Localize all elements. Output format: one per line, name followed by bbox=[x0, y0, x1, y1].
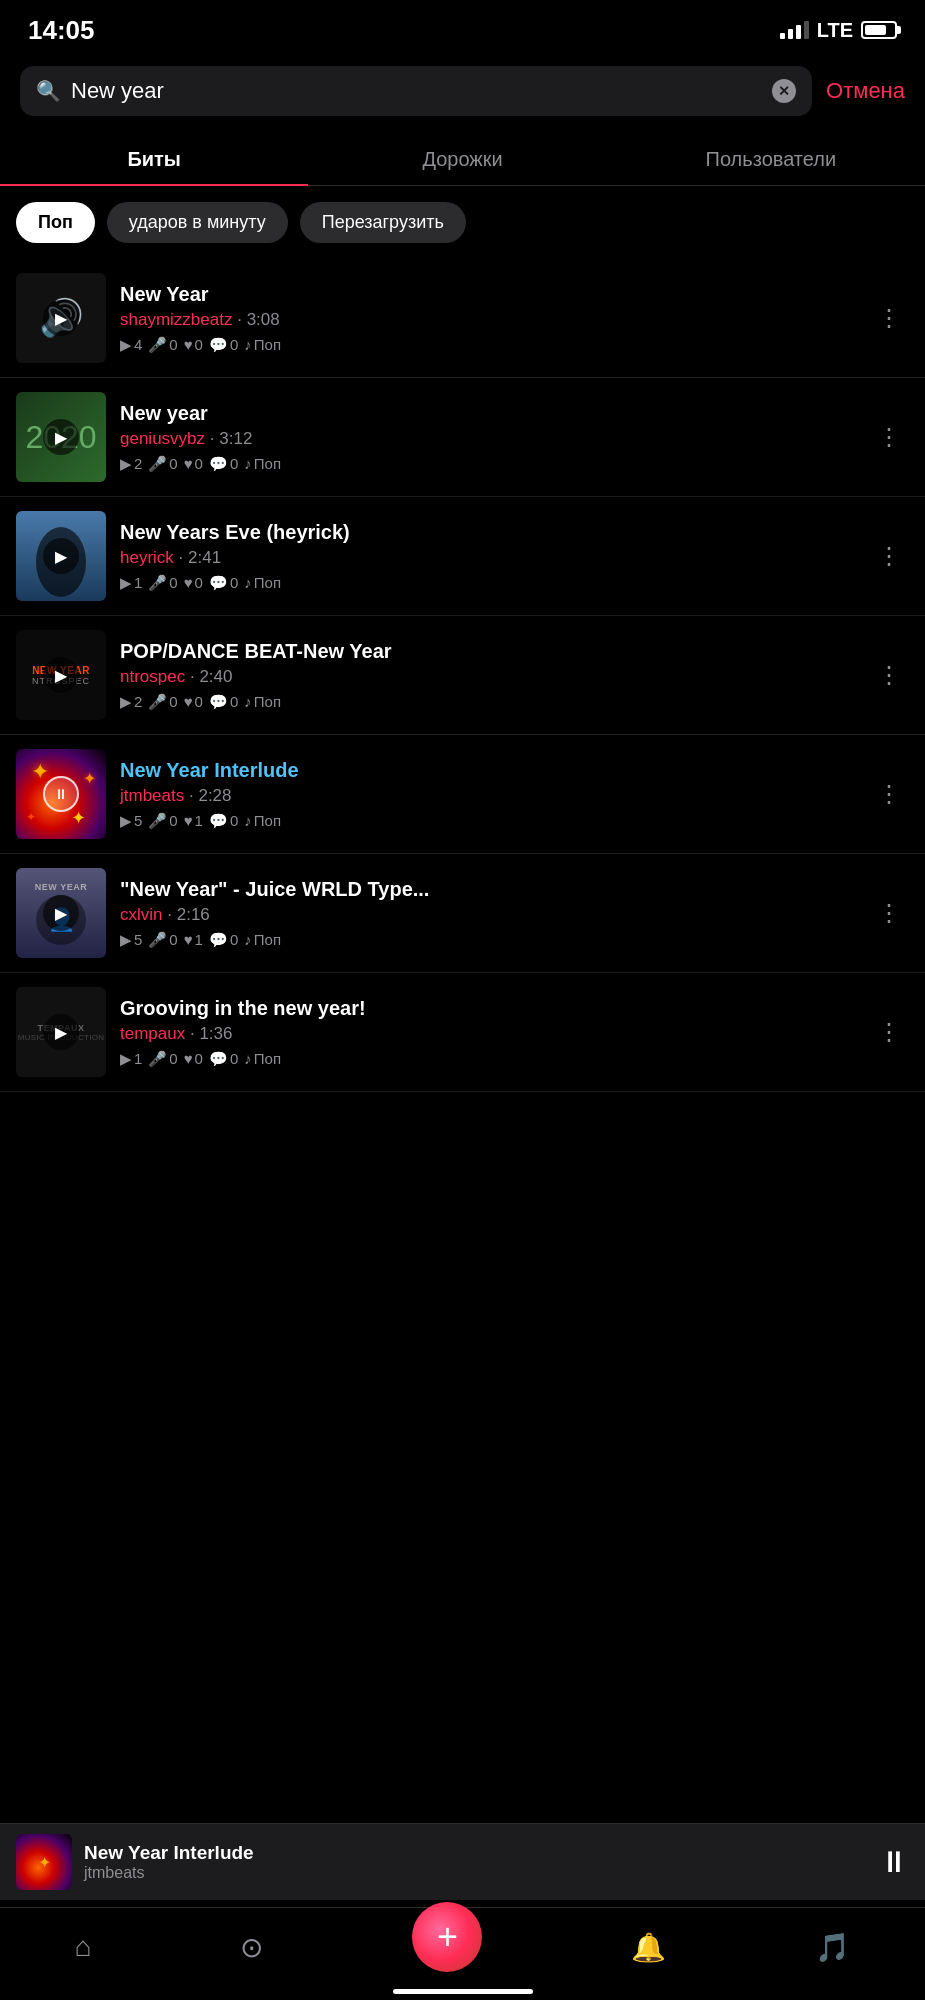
track-stats: ▶ 2 🎤 0 ♥ 0 💬 0 ♪ Поп bbox=[120, 455, 855, 473]
track-title: New Years Eve (heyrick) bbox=[120, 521, 855, 544]
track-stats: ▶ 2 🎤 0 ♥ 0 💬 0 ♪ Поп bbox=[120, 693, 855, 711]
track-item[interactable]: NEW YEAR 👤 ▶ "New Year" - Juice WRLD Typ… bbox=[0, 854, 925, 973]
library-icon: 🎵 bbox=[815, 1931, 850, 1964]
filter-row: Поп ударов в минуту Перезагрузить bbox=[0, 186, 925, 259]
track-artist: jtmbeats · 2:28 bbox=[120, 786, 855, 806]
filter-chip-pop[interactable]: Поп bbox=[16, 202, 95, 243]
tab-tracks[interactable]: Дорожки bbox=[308, 134, 616, 185]
play-button[interactable]: ▶ bbox=[43, 895, 79, 931]
track-list: 🔊 ▶ New Year shaymizzbeatz · 3:08 ▶ 4 🎤 … bbox=[0, 259, 925, 1092]
search-container: 🔍 New year ✕ Отмена bbox=[0, 56, 925, 126]
now-playing-pause-button[interactable]: ⏸ bbox=[879, 1845, 909, 1879]
tab-beats[interactable]: Биты bbox=[0, 134, 308, 185]
track-stats: ▶ 5 🎤 0 ♥ 1 💬 0 ♪ Поп bbox=[120, 812, 855, 830]
track-thumbnail: TEMPAUX MUSIC PRODUCTION ▶ bbox=[16, 987, 106, 1077]
search-input[interactable]: New year bbox=[71, 78, 762, 104]
now-playing-artist: jtmbeats bbox=[84, 1864, 867, 1882]
play-button[interactable]: ▶ bbox=[43, 657, 79, 693]
search-bar[interactable]: 🔍 New year ✕ bbox=[20, 66, 812, 116]
track-more-button[interactable]: ⋮ bbox=[869, 538, 909, 574]
tabs-container: Биты Дорожки Пользователи bbox=[0, 134, 925, 186]
track-info: "New Year" - Juice WRLD Type... cxlvin ·… bbox=[120, 878, 855, 949]
signal-icon bbox=[780, 21, 809, 39]
track-title: New Year Interlude bbox=[120, 759, 855, 782]
track-item[interactable]: NEW YEAR NTROSPEC ▶ POP/DANCE BEAT-New Y… bbox=[0, 616, 925, 735]
now-playing-thumbnail: ✦ bbox=[16, 1834, 72, 1890]
track-item[interactable]: 🔊 ▶ New Year shaymizzbeatz · 3:08 ▶ 4 🎤 … bbox=[0, 259, 925, 378]
track-info: POP/DANCE BEAT-New Year ntrospec · 2:40 … bbox=[120, 640, 855, 711]
nav-library[interactable]: 🎵 bbox=[815, 1931, 850, 1964]
track-item[interactable]: ▶ New Years Eve (heyrick) heyrick · 2:41… bbox=[0, 497, 925, 616]
play-button[interactable]: ▶ bbox=[43, 300, 79, 336]
nav-home[interactable]: ⌂ bbox=[75, 1931, 92, 1963]
track-title: Grooving in the new year! bbox=[120, 997, 855, 1020]
bell-icon: 🔔 bbox=[631, 1931, 666, 1964]
play-button[interactable]: ▶ bbox=[43, 538, 79, 574]
home-icon: ⌂ bbox=[75, 1931, 92, 1963]
play-button[interactable]: ▶ bbox=[43, 1014, 79, 1050]
track-thumbnail: ✦ ✦ ✦ ✦ ⏸ bbox=[16, 749, 106, 839]
track-artist: ntrospec · 2:40 bbox=[120, 667, 855, 687]
home-indicator bbox=[393, 1989, 533, 1994]
battery-icon bbox=[861, 21, 897, 39]
track-info: New year geniusvybz · 3:12 ▶ 2 🎤 0 ♥ 0 💬… bbox=[120, 402, 855, 473]
now-playing-title: New Year Interlude bbox=[84, 1842, 867, 1864]
track-item[interactable]: TEMPAUX MUSIC PRODUCTION ▶ Grooving in t… bbox=[0, 973, 925, 1092]
track-artist: cxlvin · 2:16 bbox=[120, 905, 855, 925]
filter-chip-key[interactable]: Перезагрузить bbox=[300, 202, 466, 243]
track-more-button[interactable]: ⋮ bbox=[869, 776, 909, 812]
track-info: New Years Eve (heyrick) heyrick · 2:41 ▶… bbox=[120, 521, 855, 592]
track-title: POP/DANCE BEAT-New Year bbox=[120, 640, 855, 663]
tab-users[interactable]: Пользователи bbox=[617, 134, 925, 185]
pause-button[interactable]: ⏸ bbox=[43, 776, 79, 812]
nav-notifications[interactable]: 🔔 bbox=[631, 1931, 666, 1964]
add-icon: + bbox=[437, 1919, 458, 1955]
status-time: 14:05 bbox=[28, 15, 95, 46]
cancel-button[interactable]: Отмена bbox=[826, 78, 905, 104]
track-thumbnail: 2020 ▶ bbox=[16, 392, 106, 482]
track-info: New Year shaymizzbeatz · 3:08 ▶ 4 🎤 0 ♥ … bbox=[120, 283, 855, 354]
track-thumbnail: NEW YEAR NTROSPEC ▶ bbox=[16, 630, 106, 720]
play-button[interactable]: ▶ bbox=[43, 419, 79, 455]
track-artist: shaymizzbeatz · 3:08 bbox=[120, 310, 855, 330]
nav-add-button[interactable]: + bbox=[412, 1902, 482, 1972]
track-title: "New Year" - Juice WRLD Type... bbox=[120, 878, 855, 901]
status-right-icons: LTE bbox=[780, 19, 897, 42]
nav-search[interactable]: ⊙ bbox=[240, 1931, 263, 1964]
track-thumbnail: 🔊 ▶ bbox=[16, 273, 106, 363]
track-artist: heyrick · 2:41 bbox=[120, 548, 855, 568]
track-more-button[interactable]: ⋮ bbox=[869, 895, 909, 931]
filter-chip-bpm[interactable]: ударов в минуту bbox=[107, 202, 288, 243]
track-info: Grooving in the new year! tempaux · 1:36… bbox=[120, 997, 855, 1068]
track-stats: ▶ 5 🎤 0 ♥ 1 💬 0 ♪ Поп bbox=[120, 931, 855, 949]
track-more-button[interactable]: ⋮ bbox=[869, 300, 909, 336]
search-clear-button[interactable]: ✕ bbox=[772, 79, 796, 103]
track-stats: ▶ 4 🎤 0 ♥ 0 💬 0 ♪ Поп bbox=[120, 336, 855, 354]
track-more-button[interactable]: ⋮ bbox=[869, 657, 909, 693]
track-stats: ▶ 1 🎤 0 ♥ 0 💬 0 ♪ Поп bbox=[120, 574, 855, 592]
bottom-nav: ⌂ ⊙ + 🔔 🎵 bbox=[0, 1907, 925, 2000]
track-more-button[interactable]: ⋮ bbox=[869, 419, 909, 455]
lte-label: LTE bbox=[817, 19, 853, 42]
track-artist: tempaux · 1:36 bbox=[120, 1024, 855, 1044]
track-info: New Year Interlude jtmbeats · 2:28 ▶ 5 🎤… bbox=[120, 759, 855, 830]
search-nav-icon: ⊙ bbox=[240, 1931, 263, 1964]
track-item[interactable]: ✦ ✦ ✦ ✦ ⏸ New Year Interlude jtmbeats · … bbox=[0, 735, 925, 854]
status-bar: 14:05 LTE bbox=[0, 0, 925, 56]
track-title: New year bbox=[120, 402, 855, 425]
now-playing-bar[interactable]: ✦ New Year Interlude jtmbeats ⏸ bbox=[0, 1823, 925, 1900]
track-artist: geniusvybz · 3:12 bbox=[120, 429, 855, 449]
track-thumbnail: NEW YEAR 👤 ▶ bbox=[16, 868, 106, 958]
now-playing-info: New Year Interlude jtmbeats bbox=[84, 1842, 867, 1882]
track-title: New Year bbox=[120, 283, 855, 306]
track-stats: ▶ 1 🎤 0 ♥ 0 💬 0 ♪ Поп bbox=[120, 1050, 855, 1068]
track-more-button[interactable]: ⋮ bbox=[869, 1014, 909, 1050]
search-icon: 🔍 bbox=[36, 79, 61, 103]
track-item[interactable]: 2020 ▶ New year geniusvybz · 3:12 ▶ 2 🎤 … bbox=[0, 378, 925, 497]
track-thumbnail: ▶ bbox=[16, 511, 106, 601]
